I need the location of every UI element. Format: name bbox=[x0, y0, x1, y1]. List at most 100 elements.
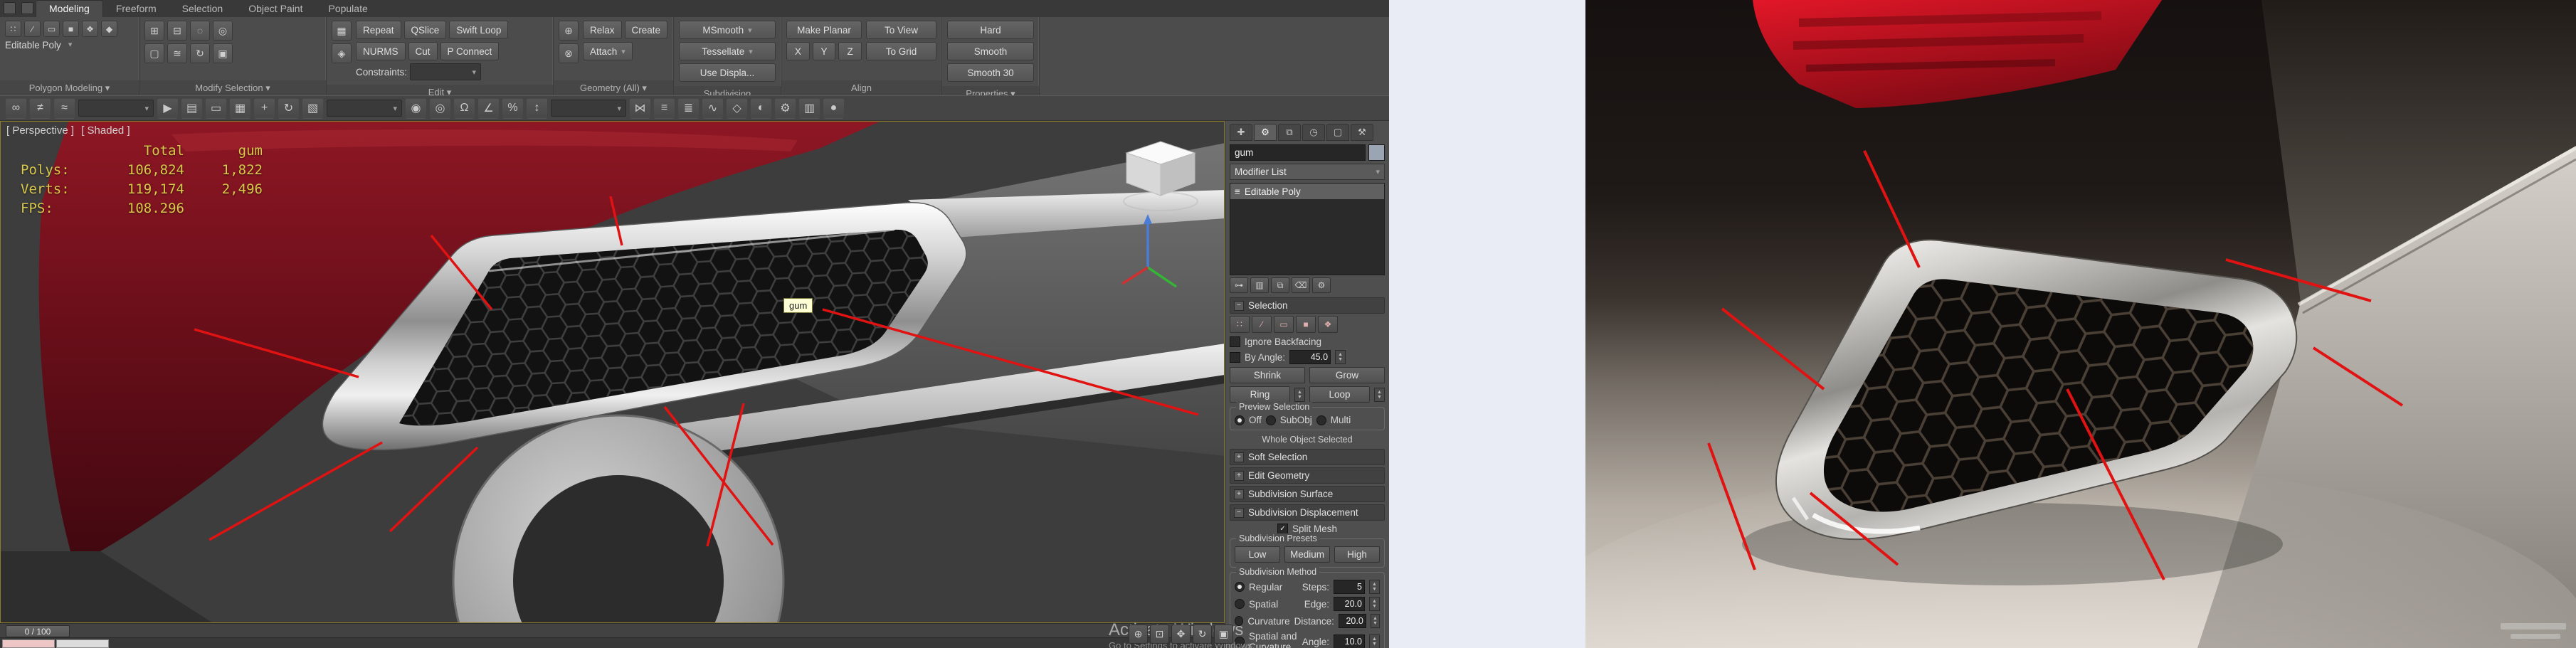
rollout-subdivision-surface[interactable]: + Subdivision Surface bbox=[1230, 486, 1385, 502]
steps-spinner[interactable] bbox=[1369, 580, 1380, 594]
planar-y-button[interactable]: Y bbox=[812, 42, 836, 60]
hard-button[interactable]: Hard bbox=[947, 21, 1034, 39]
make-unique-icon[interactable]: ⧉ bbox=[1271, 277, 1289, 293]
fill-selection-icon[interactable]: ▣ bbox=[213, 43, 233, 63]
smooth-30-button[interactable]: Smooth 30 bbox=[947, 63, 1034, 82]
maxscript-mini-listener-2[interactable] bbox=[56, 639, 109, 648]
polygon-subobject-icon[interactable]: ■ bbox=[1296, 316, 1316, 333]
app-menu-icon[interactable] bbox=[4, 2, 16, 14]
relax-button[interactable]: Relax bbox=[583, 21, 622, 39]
perspective-viewport[interactable]: [ Perspective ] [ Shaded ] Total gum Poly… bbox=[0, 121, 1225, 623]
planar-z-button[interactable]: Z bbox=[838, 42, 862, 60]
steps-field[interactable]: 5 bbox=[1334, 580, 1365, 594]
spinner-snap-icon[interactable]: ↕ bbox=[527, 97, 547, 119]
expand-icon[interactable]: + bbox=[1234, 452, 1244, 462]
panel-caption[interactable]: Polygon Modeling ▾ bbox=[0, 80, 139, 95]
geometry-tool-icon-2[interactable]: ⊗ bbox=[559, 43, 579, 63]
rollout-soft-selection[interactable]: + Soft Selection bbox=[1230, 449, 1385, 465]
by-angle-checkbox[interactable] bbox=[1230, 351, 1240, 363]
snaps-toggle-icon[interactable]: Ω bbox=[454, 97, 475, 119]
schematic-view-icon[interactable]: ◇ bbox=[727, 97, 747, 119]
modify-tab-icon[interactable]: ⚙ bbox=[1254, 124, 1277, 141]
edit-tool-icon-1[interactable]: ▦ bbox=[332, 21, 352, 41]
preset-medium-button[interactable]: Medium bbox=[1284, 546, 1330, 563]
nurms-button[interactable]: NURMS bbox=[356, 42, 406, 60]
workspace-icon[interactable] bbox=[21, 2, 33, 14]
use-displacement-button[interactable]: Use Displa... bbox=[679, 63, 776, 82]
by-angle-field[interactable]: 45.0 bbox=[1289, 350, 1331, 364]
polygon-mode-icon[interactable]: ■ bbox=[63, 21, 79, 37]
panel-caption[interactable]: Modify Selection ▾ bbox=[139, 80, 326, 95]
use-pivot-center-icon[interactable]: ◉ bbox=[406, 97, 426, 119]
rollout-edit-geometry[interactable]: + Edit Geometry bbox=[1230, 467, 1385, 484]
modifier-list-dropdown[interactable]: Modifier List ▾ bbox=[1230, 164, 1385, 180]
bind-to-space-warp-icon[interactable]: ≈ bbox=[54, 97, 75, 119]
constraints-dropdown[interactable]: ▾ bbox=[410, 63, 482, 80]
object-name-field[interactable]: gum bbox=[1230, 144, 1366, 161]
select-and-move-icon[interactable]: + bbox=[254, 97, 275, 119]
similar-selection-icon[interactable]: ≋ bbox=[167, 43, 187, 63]
msmooth-button[interactable]: MSmooth ▾ bbox=[679, 21, 776, 39]
rectangular-selection-icon[interactable]: ▭ bbox=[206, 97, 226, 119]
motion-tab-icon[interactable]: ◷ bbox=[1302, 124, 1325, 141]
configure-modifier-sets-icon[interactable]: ⚙ bbox=[1312, 277, 1331, 293]
tab-object-paint[interactable]: Object Paint bbox=[236, 1, 315, 17]
selection-filter-dropdown[interactable]: ▾ bbox=[78, 100, 154, 117]
render-setup-icon[interactable]: ⚙ bbox=[775, 97, 796, 119]
geometry-tool-icon-1[interactable]: ⊕ bbox=[559, 21, 579, 41]
edge-subobject-icon[interactable]: ∕ bbox=[1252, 316, 1272, 333]
border-mode-icon[interactable]: ▭ bbox=[43, 21, 60, 37]
modifier-stack[interactable]: ≡ Editable Poly bbox=[1230, 183, 1385, 275]
utilities-tab-icon[interactable]: ⚒ bbox=[1351, 124, 1373, 141]
pin-stack-icon[interactable]: ⊶ bbox=[1230, 277, 1248, 293]
angle-field[interactable]: 10.0 bbox=[1334, 634, 1365, 648]
element-subobject-icon[interactable]: ❖ bbox=[1318, 316, 1338, 333]
element-mode-icon[interactable]: ❖ bbox=[82, 21, 98, 37]
time-slider[interactable]: 0 / 100 bbox=[6, 625, 70, 637]
grow-selection-icon[interactable]: ⊞ bbox=[144, 21, 164, 41]
preview-subobj-radio[interactable] bbox=[1265, 415, 1276, 425]
rollout-subdivision-displacement[interactable]: − Subdivision Displacement bbox=[1230, 504, 1385, 521]
to-grid-button[interactable]: To Grid bbox=[866, 42, 936, 60]
method-spatial-radio[interactable] bbox=[1235, 599, 1245, 609]
render-production-icon[interactable]: ● bbox=[823, 97, 844, 119]
cut-button[interactable]: Cut bbox=[408, 42, 438, 60]
align-icon[interactable]: ≡ bbox=[654, 97, 675, 119]
collapse-icon[interactable]: − bbox=[1234, 300, 1244, 311]
shrink-selection-icon[interactable]: ⊟ bbox=[167, 21, 187, 41]
ignore-backfacing-checkbox[interactable] bbox=[1230, 336, 1240, 347]
distance-spinner[interactable] bbox=[1370, 614, 1380, 628]
grow-button[interactable]: Grow bbox=[1309, 367, 1385, 383]
edge-field[interactable]: 20.0 bbox=[1334, 597, 1365, 611]
window-crossing-icon[interactable]: ▦ bbox=[230, 97, 250, 119]
chevron-down-icon[interactable]: ▾ bbox=[68, 40, 73, 51]
reference-coordinate-dropdown[interactable]: ▾ bbox=[327, 100, 402, 117]
select-object-icon[interactable]: ▶ bbox=[157, 97, 178, 119]
loop-selection-icon[interactable]: ◌ bbox=[190, 21, 210, 41]
select-and-manipulate-icon[interactable]: ◎ bbox=[430, 97, 450, 119]
border-subobject-icon[interactable]: ▭ bbox=[1274, 316, 1294, 333]
ring-spinner[interactable] bbox=[1294, 387, 1305, 402]
invert-selection-icon[interactable]: ↻ bbox=[190, 43, 210, 63]
make-planar-button[interactable]: Make Planar bbox=[786, 21, 862, 39]
mirror-icon[interactable]: ⋈ bbox=[630, 97, 650, 119]
material-editor-icon[interactable]: ◐ bbox=[751, 97, 771, 119]
edit-tool-icon-2[interactable]: ◈ bbox=[332, 43, 352, 63]
curve-editor-icon[interactable]: ∿ bbox=[702, 97, 723, 119]
expand-icon[interactable]: + bbox=[1234, 470, 1244, 481]
qslice-button[interactable]: QSlice bbox=[403, 21, 447, 39]
shrink-button[interactable]: Shrink bbox=[1230, 367, 1305, 383]
object-color-swatch[interactable] bbox=[1368, 144, 1385, 161]
select-by-name-icon[interactable]: ▤ bbox=[181, 97, 202, 119]
to-view-button[interactable]: To View bbox=[866, 21, 936, 39]
rendered-frame-icon[interactable]: ▥ bbox=[799, 97, 820, 119]
pconnect-button[interactable]: P Connect bbox=[440, 42, 500, 60]
ring-button[interactable]: Ring bbox=[1230, 386, 1290, 403]
rollout-selection[interactable]: − Selection bbox=[1230, 297, 1385, 314]
select-and-link-icon[interactable]: ∞ bbox=[6, 97, 26, 119]
split-mesh-checkbox[interactable]: ✓ bbox=[1277, 524, 1288, 534]
planar-x-button[interactable]: X bbox=[786, 42, 810, 60]
unlink-selection-icon[interactable]: ≠ bbox=[30, 97, 51, 119]
panel-caption[interactable]: Align bbox=[781, 80, 941, 95]
by-angle-spinner[interactable] bbox=[1335, 350, 1346, 364]
